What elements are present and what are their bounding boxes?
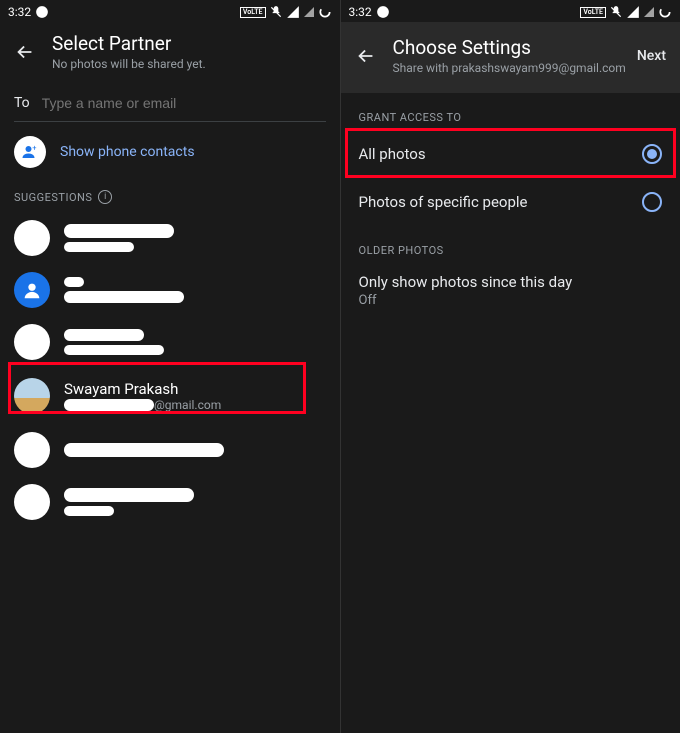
avatar: [14, 432, 50, 468]
status-time: 3:32: [349, 5, 372, 19]
redacted-text: [64, 443, 224, 457]
status-icons: VoLTE: [240, 5, 332, 19]
loading-icon: [318, 5, 332, 19]
list-item-selected[interactable]: Swayam Prakash @gmail.com: [0, 368, 340, 424]
status-bar: 3:32 VoLTE: [341, 0, 680, 22]
status-time: 3:32: [8, 5, 31, 19]
partner-input[interactable]: [42, 95, 326, 111]
select-partner-screen: 3:32 VoLTE Select Partner No photos will…: [0, 0, 341, 733]
redacted-text: [64, 277, 184, 303]
older-photos-label: OLDER PHOTOS: [341, 226, 680, 263]
signal-icon: [626, 5, 640, 19]
choose-settings-screen: 3:32 VoLTE Choose Settings Share with pr…: [341, 0, 680, 733]
status-bar: 3:32 VoLTE: [0, 0, 340, 22]
add-contact-icon: +: [14, 136, 46, 168]
screen-title: Choose Settings: [393, 36, 637, 59]
mute-icon: [609, 5, 623, 19]
list-item[interactable]: [0, 264, 340, 316]
mute-icon: [269, 5, 283, 19]
older-title: Only show photos since this day: [359, 273, 663, 291]
volte-badge: VoLTE: [580, 7, 606, 18]
option-specific-people[interactable]: Photos of specific people: [341, 178, 680, 226]
redacted-text: [64, 224, 174, 252]
option-label: Photos of specific people: [359, 193, 528, 211]
show-contacts-row[interactable]: + Show phone contacts: [0, 122, 340, 182]
screen-subtitle: No photos will be shared yet.: [52, 57, 326, 71]
avatar: [14, 220, 50, 256]
older-value: Off: [359, 293, 663, 308]
list-item[interactable]: [0, 476, 340, 528]
screen-subtitle: Share with prakashswayam999@gmail.com: [393, 61, 637, 75]
to-field-row: To: [0, 85, 340, 121]
suggestions-label-row: SUGGESTIONS i: [0, 182, 340, 212]
older-photos-setting[interactable]: Only show photos since this day Off: [341, 263, 680, 318]
show-contacts-link: Show phone contacts: [60, 144, 195, 160]
svg-text:+: +: [32, 144, 36, 153]
avatar: [14, 484, 50, 520]
avatar: [14, 272, 50, 308]
radio-selected-icon: [642, 144, 662, 164]
screen-title: Select Partner: [52, 32, 326, 55]
next-button[interactable]: Next: [637, 48, 666, 64]
redacted-text: [64, 399, 154, 411]
contact-email-suffix: @gmail.com: [154, 398, 221, 412]
status-icons: VoLTE: [580, 5, 672, 19]
header-bar: Select Partner No photos will be shared …: [0, 22, 340, 85]
redacted-text: [64, 488, 194, 516]
suggestions-label: SUGGESTIONS: [14, 191, 92, 204]
avatar: [14, 324, 50, 360]
list-item[interactable]: [0, 212, 340, 264]
loading-icon: [658, 5, 672, 19]
redacted-text: [64, 329, 164, 355]
radio-unselected-icon: [642, 192, 662, 212]
info-icon[interactable]: i: [98, 190, 112, 204]
signal2-icon: [303, 6, 315, 18]
header-bar: Choose Settings Share with prakashswayam…: [341, 22, 680, 93]
list-item[interactable]: [0, 424, 340, 476]
back-icon[interactable]: [14, 41, 36, 63]
reddit-icon: [35, 5, 49, 19]
avatar: [14, 378, 50, 414]
contact-name: Swayam Prakash: [64, 380, 221, 398]
list-item[interactable]: [0, 316, 340, 368]
option-all-photos[interactable]: All photos: [341, 130, 680, 178]
volte-badge: VoLTE: [240, 7, 266, 18]
signal-icon: [286, 5, 300, 19]
option-label: All photos: [359, 145, 426, 163]
grant-access-label: GRANT ACCESS TO: [341, 93, 680, 130]
back-icon[interactable]: [355, 45, 377, 67]
to-label: To: [14, 95, 30, 111]
reddit-icon: [376, 5, 390, 19]
signal2-icon: [643, 6, 655, 18]
